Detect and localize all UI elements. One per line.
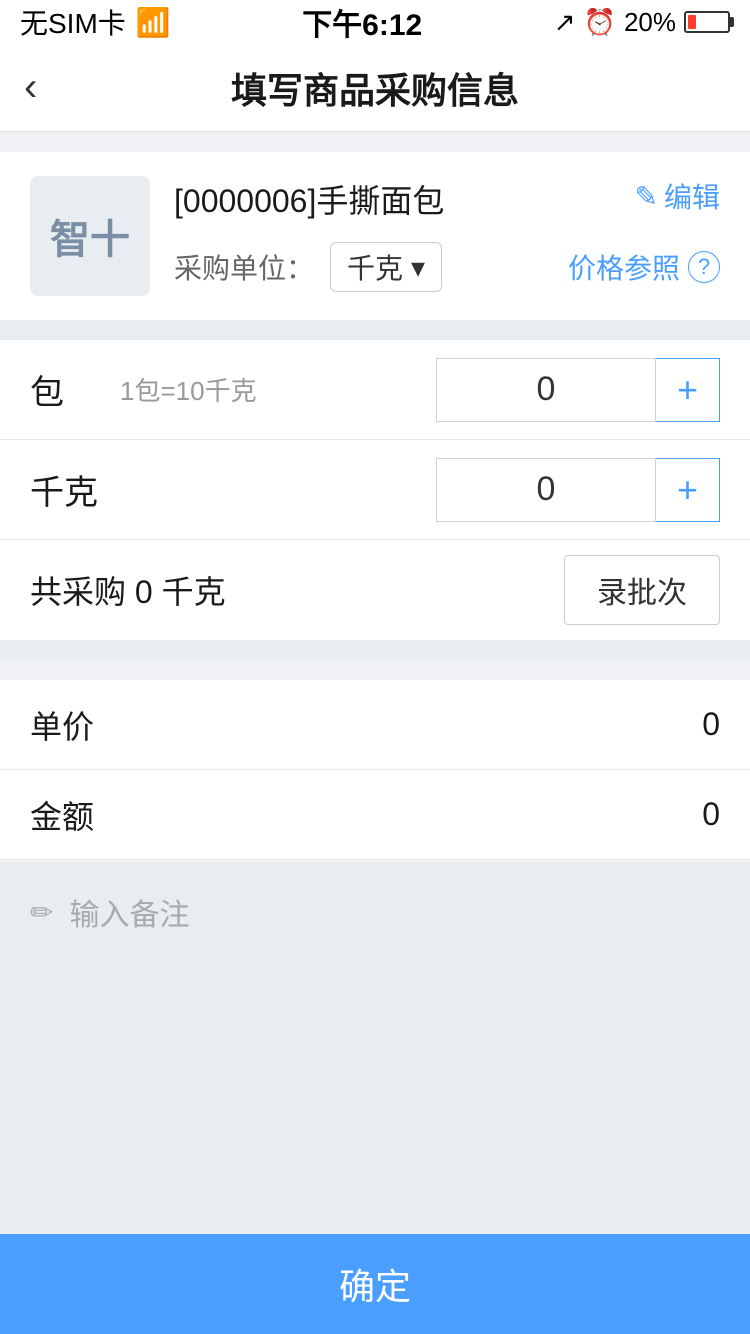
notes-section[interactable]: ✏ 输入备注 — [0, 862, 750, 962]
kg-input-row: 千克 + — [0, 440, 750, 540]
edit-label: 编辑 — [664, 176, 720, 216]
summary-row: 共采购 0 千克 录批次 — [0, 540, 750, 640]
chevron-down-icon: ▾ — [411, 251, 425, 284]
edit-icon: ✎ — [635, 180, 658, 213]
status-right: ↗ ⏰ 20% — [554, 7, 730, 38]
bao-sublabel: 1包=10千克 — [120, 371, 257, 408]
unit-price-row: 单价 0 — [0, 680, 750, 770]
kg-label: 千克 — [30, 465, 110, 514]
bao-input[interactable] — [436, 358, 656, 422]
product-image: 智十 — [30, 176, 150, 296]
unit-value: 千克 — [347, 247, 403, 287]
battery-fill — [688, 15, 696, 29]
unit-label: 采购单位： — [174, 247, 314, 287]
back-button[interactable]: ‹ — [24, 65, 37, 110]
unit-select[interactable]: 千克 ▾ — [330, 242, 442, 292]
amount-value: 0 — [702, 796, 720, 833]
section-divider-2 — [0, 640, 750, 660]
wifi-icon: 📶 — [136, 6, 171, 39]
input-section: 包 1包=10千克 + 千克 + — [0, 340, 750, 540]
summary-text: 共采购 0 千克 — [30, 567, 226, 613]
price-section: 单价 0 金额 0 — [0, 680, 750, 860]
kg-controls: + — [436, 458, 720, 522]
bao-plus-button[interactable]: + — [656, 358, 720, 422]
location-icon: ↗ — [554, 7, 576, 38]
price-ref-label: 价格参照 — [568, 247, 680, 287]
record-batch-button[interactable]: 录批次 — [564, 555, 720, 625]
carrier-text: 无SIM卡 — [20, 2, 126, 42]
kg-input[interactable] — [436, 458, 656, 522]
status-time: 下午6:12 — [302, 0, 422, 44]
price-ref-button[interactable]: 价格参照 ? — [568, 247, 720, 287]
bao-controls: + — [436, 358, 720, 422]
status-bar: 无SIM卡 📶 下午6:12 ↗ ⏰ 20% — [0, 0, 750, 44]
section-divider-1 — [0, 320, 750, 340]
product-meta: 采购单位： 千克 ▾ 价格参照 ? — [174, 242, 720, 292]
status-left: 无SIM卡 📶 — [20, 2, 171, 42]
notes-placeholder: 输入备注 — [69, 890, 189, 934]
bao-input-row: 包 1包=10千克 + — [0, 340, 750, 440]
amount-row: 金额 0 — [0, 770, 750, 860]
product-image-label: 智十 — [50, 207, 130, 265]
page-title: 填写商品采购信息 — [231, 62, 519, 114]
edit-button[interactable]: ✎ 编辑 — [635, 176, 720, 216]
help-icon: ? — [688, 251, 720, 283]
product-card: 智十 [0000006]手撕面包 采购单位： 千克 ▾ 价格参照 ? ✎ 编辑 — [0, 152, 750, 320]
battery-icon — [684, 11, 730, 33]
bao-label: 包 — [30, 365, 110, 414]
amount-label: 金额 — [30, 792, 94, 838]
unit-price-value: 0 — [702, 706, 720, 743]
unit-price-label: 单价 — [30, 702, 94, 748]
kg-plus-button[interactable]: + — [656, 458, 720, 522]
nav-bar: ‹ 填写商品采购信息 — [0, 44, 750, 132]
alarm-icon: ⏰ — [584, 7, 616, 38]
confirm-button[interactable]: 确定 — [0, 1234, 750, 1334]
battery-percent: 20% — [624, 7, 676, 38]
pencil-icon: ✏ — [30, 896, 53, 929]
